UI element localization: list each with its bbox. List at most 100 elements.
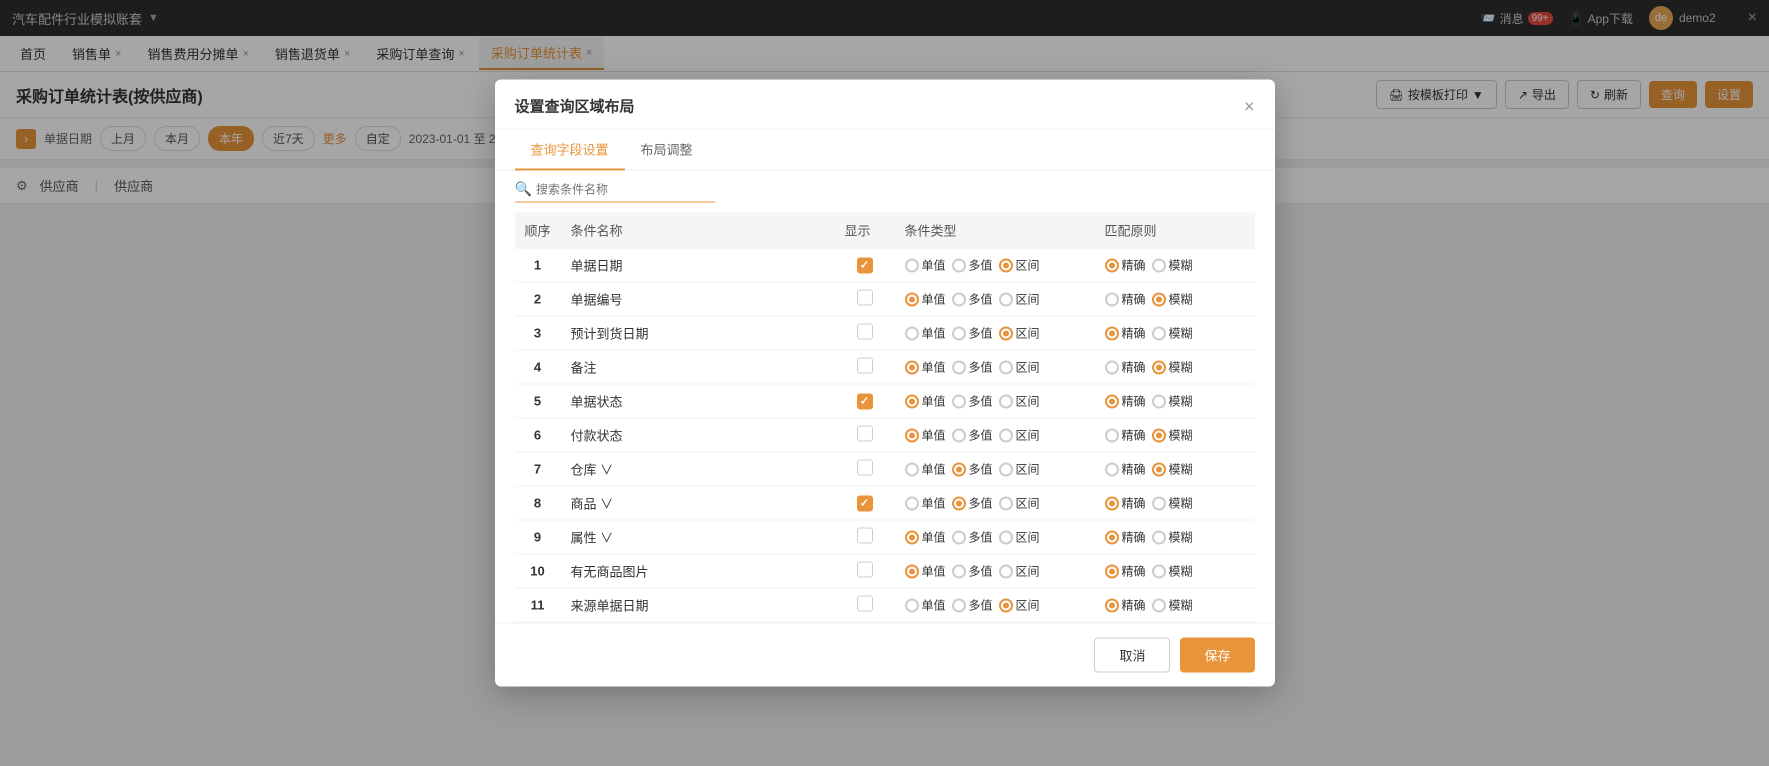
match-radio-精确[interactable]: 精确 <box>1105 529 1146 546</box>
type-radio-单值[interactable]: 单值 <box>905 529 946 546</box>
tab-query-fields[interactable]: 查询字段设置 <box>515 130 625 171</box>
match-radio-模糊[interactable]: 模糊 <box>1152 393 1193 410</box>
row-show-checkbox-cell[interactable] <box>835 588 895 622</box>
type-radio-区间[interactable]: 区间 <box>999 461 1040 478</box>
search-input[interactable] <box>536 182 696 196</box>
radio-label: 多值 <box>969 291 993 308</box>
match-radio-精确[interactable]: 精确 <box>1105 427 1146 444</box>
radio-circle <box>999 428 1013 442</box>
radio-label: 多值 <box>969 257 993 274</box>
radio-circle <box>952 326 966 340</box>
show-checkbox[interactable] <box>857 290 873 306</box>
show-checkbox[interactable] <box>857 460 873 476</box>
match-radio-模糊[interactable]: 模糊 <box>1152 563 1193 580</box>
row-order: 11 <box>515 588 561 622</box>
type-radio-多值[interactable]: 多值 <box>952 291 993 308</box>
type-radio-区间[interactable]: 区间 <box>999 257 1040 274</box>
radio-label: 模糊 <box>1169 427 1193 444</box>
type-radio-区间[interactable]: 区间 <box>999 325 1040 342</box>
match-radio-精确[interactable]: 精确 <box>1105 563 1146 580</box>
radio-circle <box>1105 530 1119 544</box>
row-show-checkbox-cell[interactable] <box>835 554 895 588</box>
type-radio-区间[interactable]: 区间 <box>999 563 1040 580</box>
type-radio-单值[interactable]: 单值 <box>905 291 946 308</box>
type-radio-单值[interactable]: 单值 <box>905 393 946 410</box>
row-show-checkbox-cell[interactable] <box>835 520 895 554</box>
dialog-close-button[interactable]: × <box>1244 97 1255 115</box>
type-radio-单值[interactable]: 单值 <box>905 597 946 614</box>
row-show-checkbox-cell[interactable] <box>835 316 895 350</box>
th-order: 顺序 <box>515 213 561 249</box>
type-radio-多值[interactable]: 多值 <box>952 461 993 478</box>
type-radio-区间[interactable]: 区间 <box>999 597 1040 614</box>
type-radio-单值[interactable]: 单值 <box>905 427 946 444</box>
type-radio-多值[interactable]: 多值 <box>952 257 993 274</box>
type-radio-单值[interactable]: 单值 <box>905 325 946 342</box>
show-checkbox[interactable] <box>857 426 873 442</box>
show-checkbox[interactable] <box>857 358 873 374</box>
show-checkbox[interactable] <box>857 562 873 578</box>
type-radio-区间[interactable]: 区间 <box>999 393 1040 410</box>
type-radio-多值[interactable]: 多值 <box>952 563 993 580</box>
row-show-checkbox-cell[interactable] <box>835 418 895 452</box>
match-radio-精确[interactable]: 精确 <box>1105 325 1146 342</box>
type-radio-单值[interactable]: 单值 <box>905 359 946 376</box>
match-radio-精确[interactable]: 精确 <box>1105 461 1146 478</box>
match-radio-精确[interactable]: 精确 <box>1105 291 1146 308</box>
row-type-cell: 单值多值区间 <box>895 554 1095 588</box>
match-radio-模糊[interactable]: 模糊 <box>1152 257 1193 274</box>
radio-circle <box>1152 564 1166 578</box>
row-show-checkbox-cell[interactable] <box>835 452 895 486</box>
type-radio-多值[interactable]: 多值 <box>952 325 993 342</box>
match-radio-精确[interactable]: 精确 <box>1105 393 1146 410</box>
radio-circle <box>952 360 966 374</box>
show-checkbox[interactable] <box>857 528 873 544</box>
type-radio-多值[interactable]: 多值 <box>952 427 993 444</box>
row-show-checkbox-cell[interactable] <box>835 282 895 316</box>
save-button[interactable]: 保存 <box>1180 638 1254 673</box>
type-radio-单值[interactable]: 单值 <box>905 563 946 580</box>
match-radio-精确[interactable]: 精确 <box>1105 359 1146 376</box>
match-radio-模糊[interactable]: 模糊 <box>1152 325 1193 342</box>
row-order: 6 <box>515 418 561 452</box>
type-radio-单值[interactable]: 单值 <box>905 495 946 512</box>
tab-layout-adjust[interactable]: 布局调整 <box>625 130 709 171</box>
type-radio-区间[interactable]: 区间 <box>999 529 1040 546</box>
table-row: 11来源单据日期单值多值区间精确模糊 <box>515 588 1255 622</box>
match-radio-模糊[interactable]: 模糊 <box>1152 359 1193 376</box>
row-show-checkbox-cell[interactable] <box>835 486 895 520</box>
radio-circle <box>1152 496 1166 510</box>
match-radio-模糊[interactable]: 模糊 <box>1152 597 1193 614</box>
show-checkbox[interactable] <box>857 393 873 409</box>
radio-circle <box>905 530 919 544</box>
show-checkbox[interactable] <box>857 257 873 273</box>
row-show-checkbox-cell[interactable] <box>835 248 895 282</box>
match-radio-精确[interactable]: 精确 <box>1105 495 1146 512</box>
type-radio-区间[interactable]: 区间 <box>999 291 1040 308</box>
type-radio-多值[interactable]: 多值 <box>952 529 993 546</box>
type-radio-多值[interactable]: 多值 <box>952 495 993 512</box>
type-radio-多值[interactable]: 多值 <box>952 393 993 410</box>
row-show-checkbox-cell[interactable] <box>835 384 895 418</box>
type-radio-单值[interactable]: 单值 <box>905 461 946 478</box>
type-radio-区间[interactable]: 区间 <box>999 359 1040 376</box>
type-radio-多值[interactable]: 多值 <box>952 359 993 376</box>
show-checkbox[interactable] <box>857 324 873 340</box>
type-radio-多值[interactable]: 多值 <box>952 597 993 614</box>
match-radio-精确[interactable]: 精确 <box>1105 257 1146 274</box>
row-order: 7 <box>515 452 561 486</box>
match-radio-模糊[interactable]: 模糊 <box>1152 529 1193 546</box>
match-radio-模糊[interactable]: 模糊 <box>1152 461 1193 478</box>
match-radio-模糊[interactable]: 模糊 <box>1152 291 1193 308</box>
type-radio-区间[interactable]: 区间 <box>999 495 1040 512</box>
cancel-button[interactable]: 取消 <box>1094 638 1170 673</box>
match-radio-模糊[interactable]: 模糊 <box>1152 427 1193 444</box>
match-radio-精确[interactable]: 精确 <box>1105 597 1146 614</box>
radio-label: 精确 <box>1122 291 1146 308</box>
type-radio-单值[interactable]: 单值 <box>905 257 946 274</box>
type-radio-区间[interactable]: 区间 <box>999 427 1040 444</box>
show-checkbox[interactable] <box>857 596 873 612</box>
row-show-checkbox-cell[interactable] <box>835 350 895 384</box>
show-checkbox[interactable] <box>857 495 873 511</box>
match-radio-模糊[interactable]: 模糊 <box>1152 495 1193 512</box>
